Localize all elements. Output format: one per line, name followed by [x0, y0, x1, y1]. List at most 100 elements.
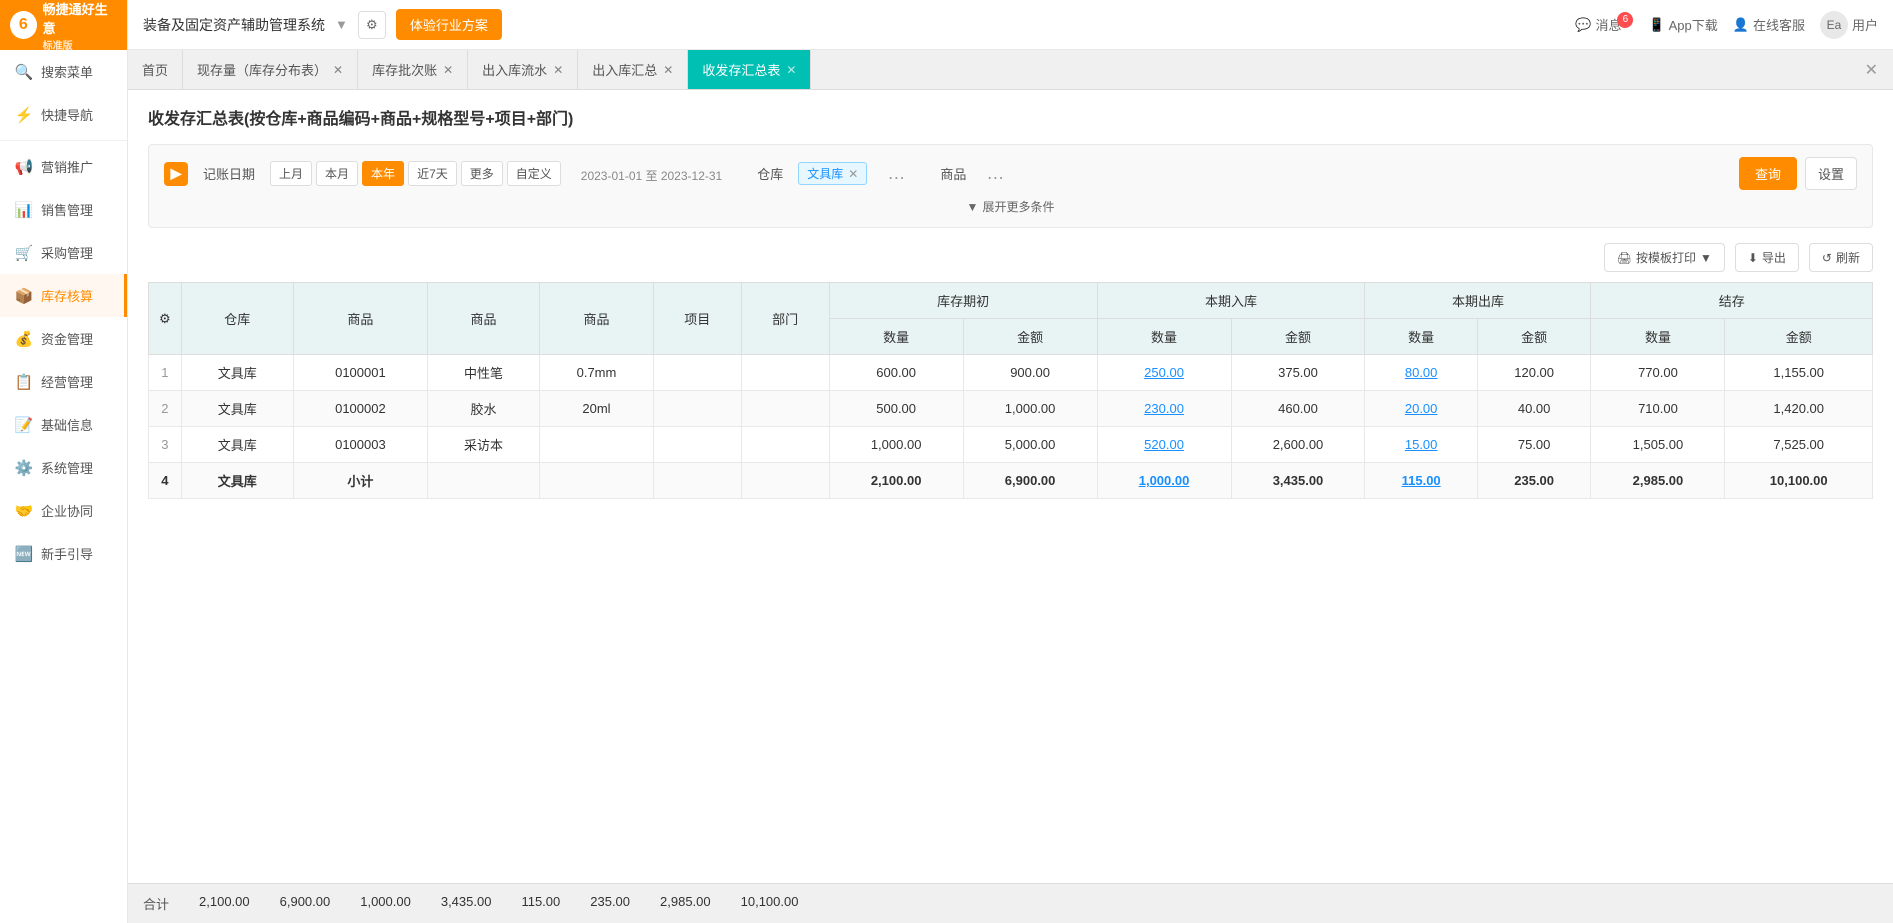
sales-icon: 📊: [15, 201, 33, 219]
total-label: 合计: [143, 894, 169, 913]
th-out-qty: 数量: [1365, 319, 1477, 355]
subtotal-department-empty: [741, 463, 829, 499]
quick-nav-icon: ⚡: [15, 106, 33, 124]
date-btn-more[interactable]: 更多: [461, 161, 503, 186]
subtotal-in-qty[interactable]: 1,000.00: [1097, 463, 1231, 499]
date-btn-this-year[interactable]: 本年: [362, 161, 404, 186]
cell-goods-name: 采访本: [427, 427, 539, 463]
export-button[interactable]: ⬇ 导出: [1735, 243, 1799, 272]
cell-department: [741, 427, 829, 463]
th-group-opening: 库存期初: [829, 283, 1097, 319]
cell-goods-spec: [540, 427, 654, 463]
cell-in-qty[interactable]: 250.00: [1097, 355, 1231, 391]
tab-receipt-summary[interactable]: 收发存汇总表 ✕: [688, 50, 811, 89]
sidebar-item-guide[interactable]: 🆕 新手引导: [0, 532, 127, 575]
subtotal-out-qty[interactable]: 115.00: [1365, 463, 1477, 499]
sidebar-item-purchase[interactable]: 🛒 采购管理: [0, 231, 127, 274]
tab-bar-close-button[interactable]: ✕: [1850, 50, 1893, 89]
date-btn-7days[interactable]: 近7天: [408, 161, 457, 186]
tab-close-icon[interactable]: ✕: [663, 63, 673, 77]
cell-goods-spec: 20ml: [540, 391, 654, 427]
cell-department: [741, 391, 829, 427]
sidebar-item-search[interactable]: 🔍 搜索菜单: [0, 50, 127, 93]
subtotal-opening-qty: 2,100.00: [829, 463, 963, 499]
sidebar-item-marketing[interactable]: 📢 营销推广: [0, 145, 127, 188]
cell-balance-amount: 7,525.00: [1725, 427, 1873, 463]
sidebar-item-label: 采购管理: [41, 243, 93, 262]
trial-button[interactable]: 体验行业方案: [396, 9, 502, 40]
cell-balance-qty: 1,505.00: [1591, 427, 1725, 463]
th-goods-code: 商品: [293, 283, 427, 355]
cell-opening-qty: 1,000.00: [829, 427, 963, 463]
avatar: Ea: [1820, 11, 1848, 39]
sidebar-item-label: 资金管理: [41, 329, 93, 348]
sidebar-item-quick-nav[interactable]: ⚡ 快捷导航: [0, 93, 127, 136]
total-in-amount: 3,435.00: [441, 894, 492, 913]
warehouse-more-btn[interactable]: …: [887, 163, 905, 184]
tab-batch-ledger[interactable]: 库存批次账 ✕: [358, 50, 468, 89]
app-download-button[interactable]: 📱 App下载: [1648, 15, 1717, 34]
cell-opening-amount: 900.00: [963, 355, 1097, 391]
goods-more-btn[interactable]: …: [986, 163, 1004, 184]
filter-actions: 查询 设置: [1739, 157, 1857, 190]
refresh-button[interactable]: ↺ 刷新: [1809, 243, 1873, 272]
filter-toggle-button[interactable]: ▶: [164, 162, 188, 186]
tab-close-icon[interactable]: ✕: [333, 63, 343, 77]
row-num: 2: [149, 391, 182, 427]
cell-opening-qty: 600.00: [829, 355, 963, 391]
th-settings: ⚙: [149, 283, 182, 355]
tab-inout-flow[interactable]: 出入库流水 ✕: [468, 50, 578, 89]
cell-out-qty[interactable]: 15.00: [1365, 427, 1477, 463]
sidebar-item-system[interactable]: ⚙️ 系统管理: [0, 446, 127, 489]
sidebar-item-sales[interactable]: 📊 销售管理: [0, 188, 127, 231]
print-button[interactable]: 🖨 按模板打印 ▼: [1604, 243, 1725, 272]
th-out-amount: 金额: [1477, 319, 1591, 355]
cell-opening-amount: 1,000.00: [963, 391, 1097, 427]
subtotal-goods-spec-empty: [540, 463, 654, 499]
total-balance-qty: 2,985.00: [660, 894, 711, 913]
subtotal-label: 小计: [293, 463, 427, 499]
date-label: 记账日期: [203, 164, 255, 183]
print-label: 按模板打印: [1636, 249, 1696, 266]
sidebar-item-finance[interactable]: 💰 资金管理: [0, 317, 127, 360]
tab-label: 出入库汇总: [592, 60, 657, 79]
search-icon: 🔍: [15, 63, 33, 81]
sidebar-item-basic[interactable]: 📝 基础信息: [0, 403, 127, 446]
header-dropdown-arrow[interactable]: ▼: [335, 17, 348, 32]
cell-opening-qty: 500.00: [829, 391, 963, 427]
cell-in-qty[interactable]: 230.00: [1097, 391, 1231, 427]
cell-out-qty[interactable]: 20.00: [1365, 391, 1477, 427]
subtotal-project-empty: [653, 463, 741, 499]
settings-button[interactable]: 设置: [1805, 157, 1857, 190]
warehouse-tag-close[interactable]: ✕: [848, 167, 858, 181]
tab-inventory-dist[interactable]: 现存量（库存分布表） ✕: [183, 50, 358, 89]
sidebar-item-label: 快捷导航: [41, 105, 93, 124]
message-button[interactable]: 💬 消息 6: [1575, 15, 1633, 34]
cell-warehouse: 文具库: [181, 427, 293, 463]
sidebar-item-inventory[interactable]: 📦 库存核算: [0, 274, 127, 317]
header-right: 💬 消息 6 📱 App下载 👤 在线客服 Ea 用户: [1575, 11, 1878, 39]
cell-out-qty[interactable]: 80.00: [1365, 355, 1477, 391]
date-range-display: 2023-01-01 至 2023-12-31: [581, 167, 722, 184]
date-btn-custom[interactable]: 自定义: [507, 161, 561, 186]
tab-inout-summary[interactable]: 出入库汇总 ✕: [578, 50, 688, 89]
tab-home-label: 首页: [142, 60, 168, 79]
tab-close-icon[interactable]: ✕: [443, 63, 453, 77]
warehouse-tag: 文具库 ✕: [798, 162, 867, 185]
sidebar-item-enterprise[interactable]: 🤝 企业协同: [0, 489, 127, 532]
online-service-button[interactable]: 👤 在线客服: [1733, 15, 1805, 34]
tab-close-icon[interactable]: ✕: [786, 63, 796, 77]
cell-in-qty[interactable]: 520.00: [1097, 427, 1231, 463]
expand-more-button[interactable]: ▼ 展开更多条件: [967, 198, 1055, 215]
user-button[interactable]: Ea 用户: [1820, 11, 1878, 39]
tab-close-icon[interactable]: ✕: [553, 63, 563, 77]
header-left: 装备及固定资产辅助管理系统 ▼ ⚙ 体验行业方案: [143, 9, 502, 40]
tab-home[interactable]: 首页: [128, 50, 183, 89]
date-btn-this-month[interactable]: 本月: [316, 161, 358, 186]
query-button[interactable]: 查询: [1739, 157, 1797, 190]
date-btn-last-month[interactable]: 上月: [270, 161, 312, 186]
th-group-in: 本期入库: [1097, 283, 1365, 319]
config-button[interactable]: ⚙: [358, 11, 386, 39]
system-icon: ⚙️: [15, 459, 33, 477]
sidebar-item-operations[interactable]: 📋 经营管理: [0, 360, 127, 403]
